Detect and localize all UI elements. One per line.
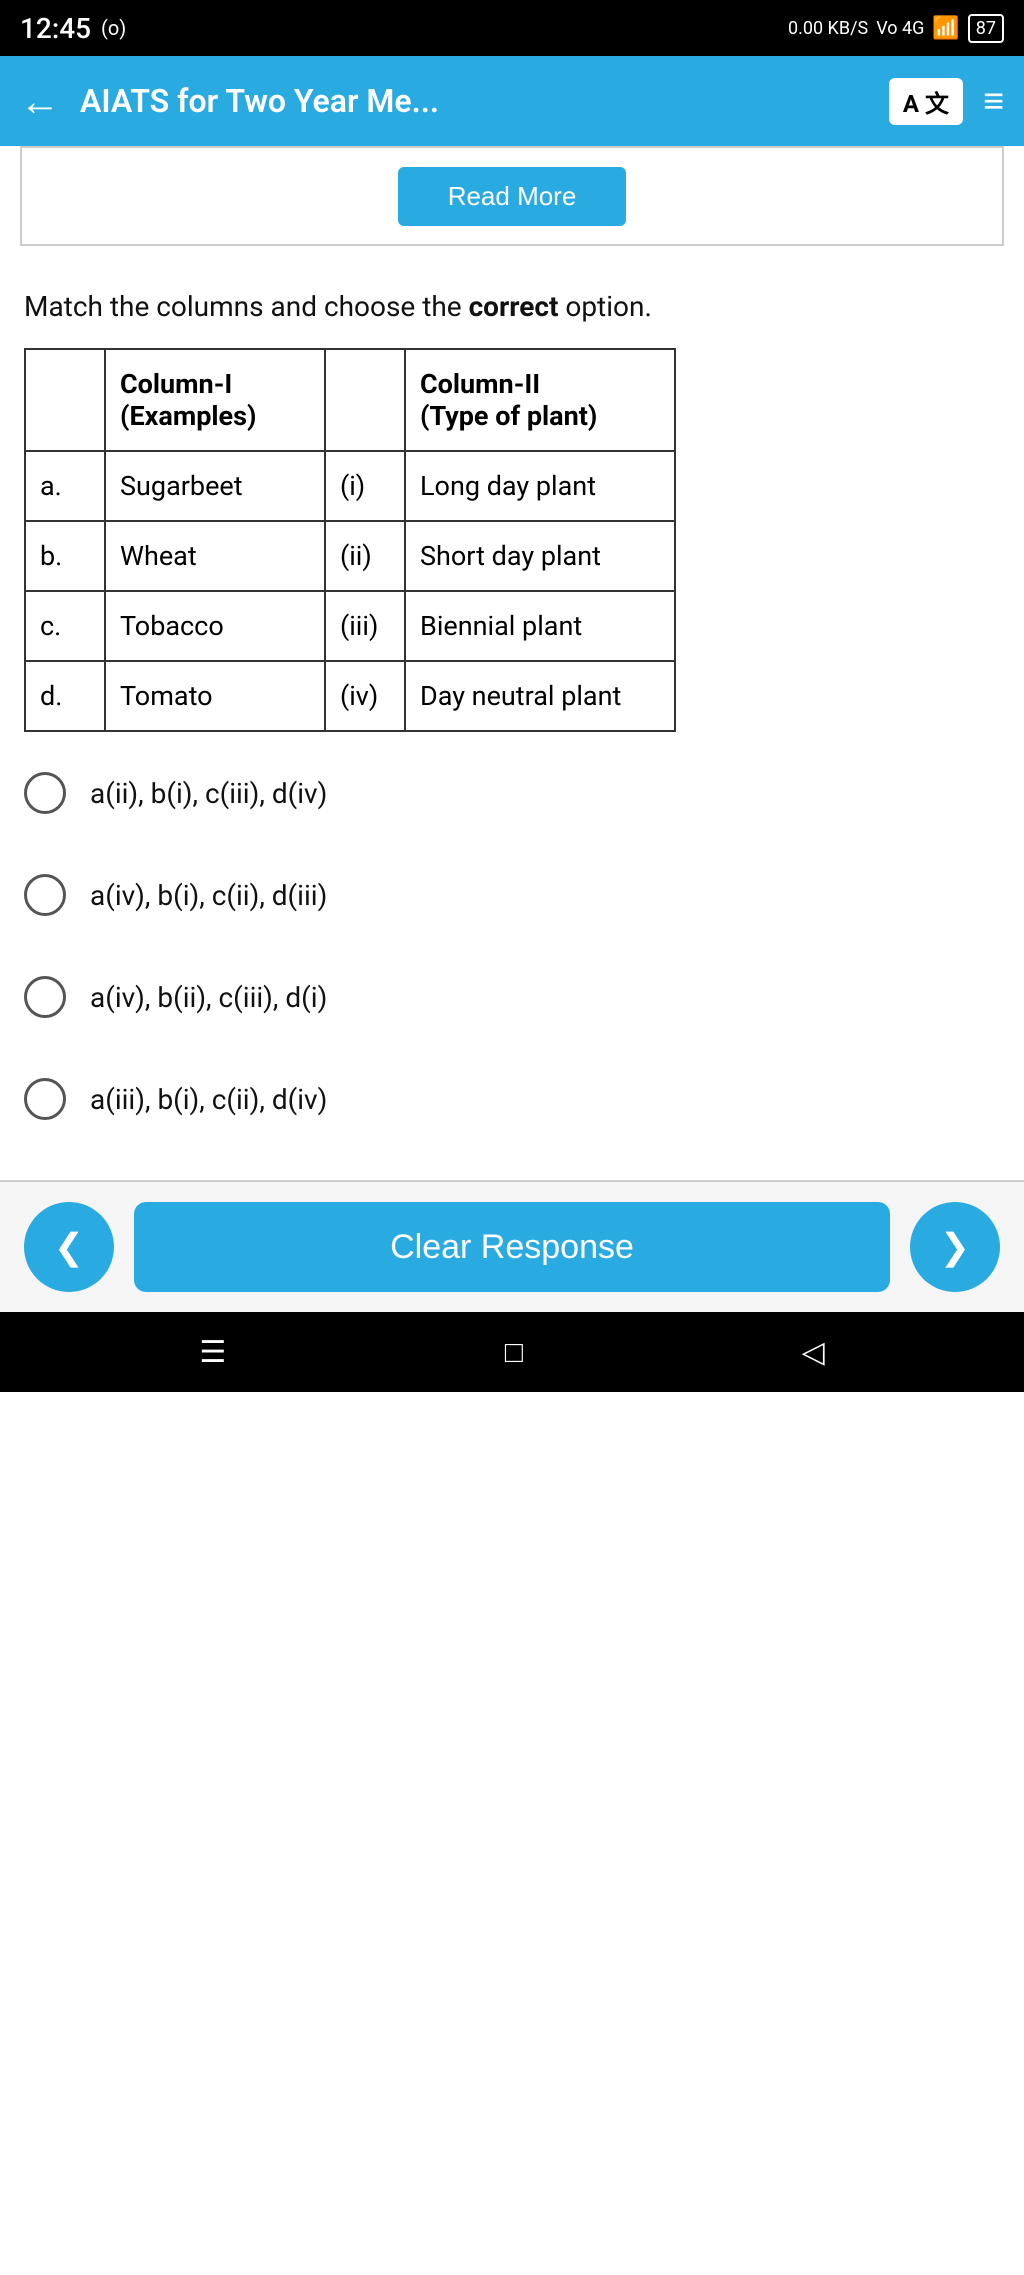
prev-button[interactable]: ❮ bbox=[24, 1202, 114, 1292]
status-bar: 12:45 (o) 0.00 KB/S Vo 4G 📶 87 bbox=[0, 0, 1024, 56]
status-indicator: (o) bbox=[101, 16, 126, 40]
option-4-label: a(iii), b(i), c(ii), d(iv) bbox=[90, 1083, 327, 1116]
bottom-bar: ❮ Clear Response ❯ bbox=[0, 1182, 1024, 1312]
status-time: 12:45 bbox=[20, 12, 91, 45]
match-table: Column-I(Examples) Column-II(Type of pla… bbox=[24, 348, 676, 732]
row-c-num: (iii) bbox=[325, 591, 405, 661]
android-menu-icon[interactable]: ☰ bbox=[199, 1335, 226, 1370]
row-b-example: Wheat bbox=[105, 521, 325, 591]
network-icon: Vo 4G bbox=[876, 18, 924, 39]
table-row: c. Tobacco (iii) Biennial plant bbox=[25, 591, 675, 661]
table-row: b. Wheat (ii) Short day plant bbox=[25, 521, 675, 591]
row-c-example: Tobacco bbox=[105, 591, 325, 661]
row-d-num: (iv) bbox=[325, 661, 405, 731]
battery-indicator: 87 bbox=[968, 14, 1004, 43]
next-button[interactable]: ❯ bbox=[910, 1202, 1000, 1292]
table-col2-header: Column-II(Type of plant) bbox=[405, 349, 675, 451]
android-home-icon[interactable]: □ bbox=[505, 1335, 523, 1370]
clear-response-button[interactable]: Clear Response bbox=[134, 1202, 890, 1292]
row-c-label: c. bbox=[25, 591, 105, 661]
signal-icon: 📶 bbox=[932, 16, 959, 41]
translate-button[interactable]: A 文 bbox=[889, 78, 963, 125]
translate-label: A 文 bbox=[903, 84, 949, 119]
options-section: a(ii), b(i), c(iii), d(iv) a(iv), b(i), … bbox=[0, 732, 1024, 1120]
next-icon: ❯ bbox=[940, 1226, 970, 1268]
match-table-wrapper: Column-I(Examples) Column-II(Type of pla… bbox=[0, 348, 1024, 732]
menu-button[interactable]: ≡ bbox=[983, 80, 1004, 122]
read-more-button[interactable]: Read More bbox=[398, 167, 627, 226]
table-header-empty1 bbox=[25, 349, 105, 451]
radio-option-4[interactable] bbox=[24, 1078, 66, 1120]
option-3-label: a(iv), b(ii), c(iii), d(i) bbox=[90, 981, 327, 1014]
option-1-label: a(ii), b(i), c(iii), d(iv) bbox=[90, 777, 327, 810]
table-row: d. Tomato (iv) Day neutral plant bbox=[25, 661, 675, 731]
read-more-section: Read More bbox=[20, 146, 1004, 246]
row-d-example: Tomato bbox=[105, 661, 325, 731]
nav-title: AIATS for Two Year Me... bbox=[80, 82, 869, 120]
row-d-label: d. bbox=[25, 661, 105, 731]
back-button[interactable]: ← bbox=[20, 78, 60, 125]
table-header-empty2 bbox=[325, 349, 405, 451]
data-speed: 0.00 KB/S bbox=[788, 18, 868, 39]
row-b-label: b. bbox=[25, 521, 105, 591]
row-a-type: Long day plant bbox=[405, 451, 675, 521]
prev-icon: ❮ bbox=[54, 1226, 84, 1268]
instruction-bold: correct bbox=[469, 290, 559, 323]
row-b-type: Short day plant bbox=[405, 521, 675, 591]
option-4[interactable]: a(iii), b(i), c(ii), d(iv) bbox=[24, 1078, 1000, 1120]
radio-option-2[interactable] bbox=[24, 874, 66, 916]
table-row: a. Sugarbeet (i) Long day plant bbox=[25, 451, 675, 521]
row-a-num: (i) bbox=[325, 451, 405, 521]
radio-option-1[interactable] bbox=[24, 772, 66, 814]
option-1[interactable]: a(ii), b(i), c(iii), d(iv) bbox=[24, 772, 1000, 814]
android-back-icon[interactable]: ◁ bbox=[802, 1335, 825, 1370]
question-instruction: Match the columns and choose the correct… bbox=[0, 246, 1024, 348]
instruction-start: Match the columns and choose the bbox=[24, 290, 469, 323]
row-c-type: Biennial plant bbox=[405, 591, 675, 661]
main-content: Read More Match the columns and choose t… bbox=[0, 146, 1024, 2275]
row-a-example: Sugarbeet bbox=[105, 451, 325, 521]
option-2[interactable]: a(iv), b(i), c(ii), d(iii) bbox=[24, 874, 1000, 916]
radio-option-3[interactable] bbox=[24, 976, 66, 1018]
status-icons: 0.00 KB/S Vo 4G 📶 87 bbox=[788, 14, 1004, 43]
row-a-label: a. bbox=[25, 451, 105, 521]
instruction-end: option. bbox=[558, 290, 651, 323]
option-2-label: a(iv), b(i), c(ii), d(iii) bbox=[90, 879, 327, 912]
nav-bar: ← AIATS for Two Year Me... A 文 ≡ bbox=[0, 56, 1024, 146]
table-col1-header: Column-I(Examples) bbox=[105, 349, 325, 451]
row-b-num: (ii) bbox=[325, 521, 405, 591]
row-d-type: Day neutral plant bbox=[405, 661, 675, 731]
option-3[interactable]: a(iv), b(ii), c(iii), d(i) bbox=[24, 976, 1000, 1018]
android-nav-bar: ☰ □ ◁ bbox=[0, 1312, 1024, 1392]
